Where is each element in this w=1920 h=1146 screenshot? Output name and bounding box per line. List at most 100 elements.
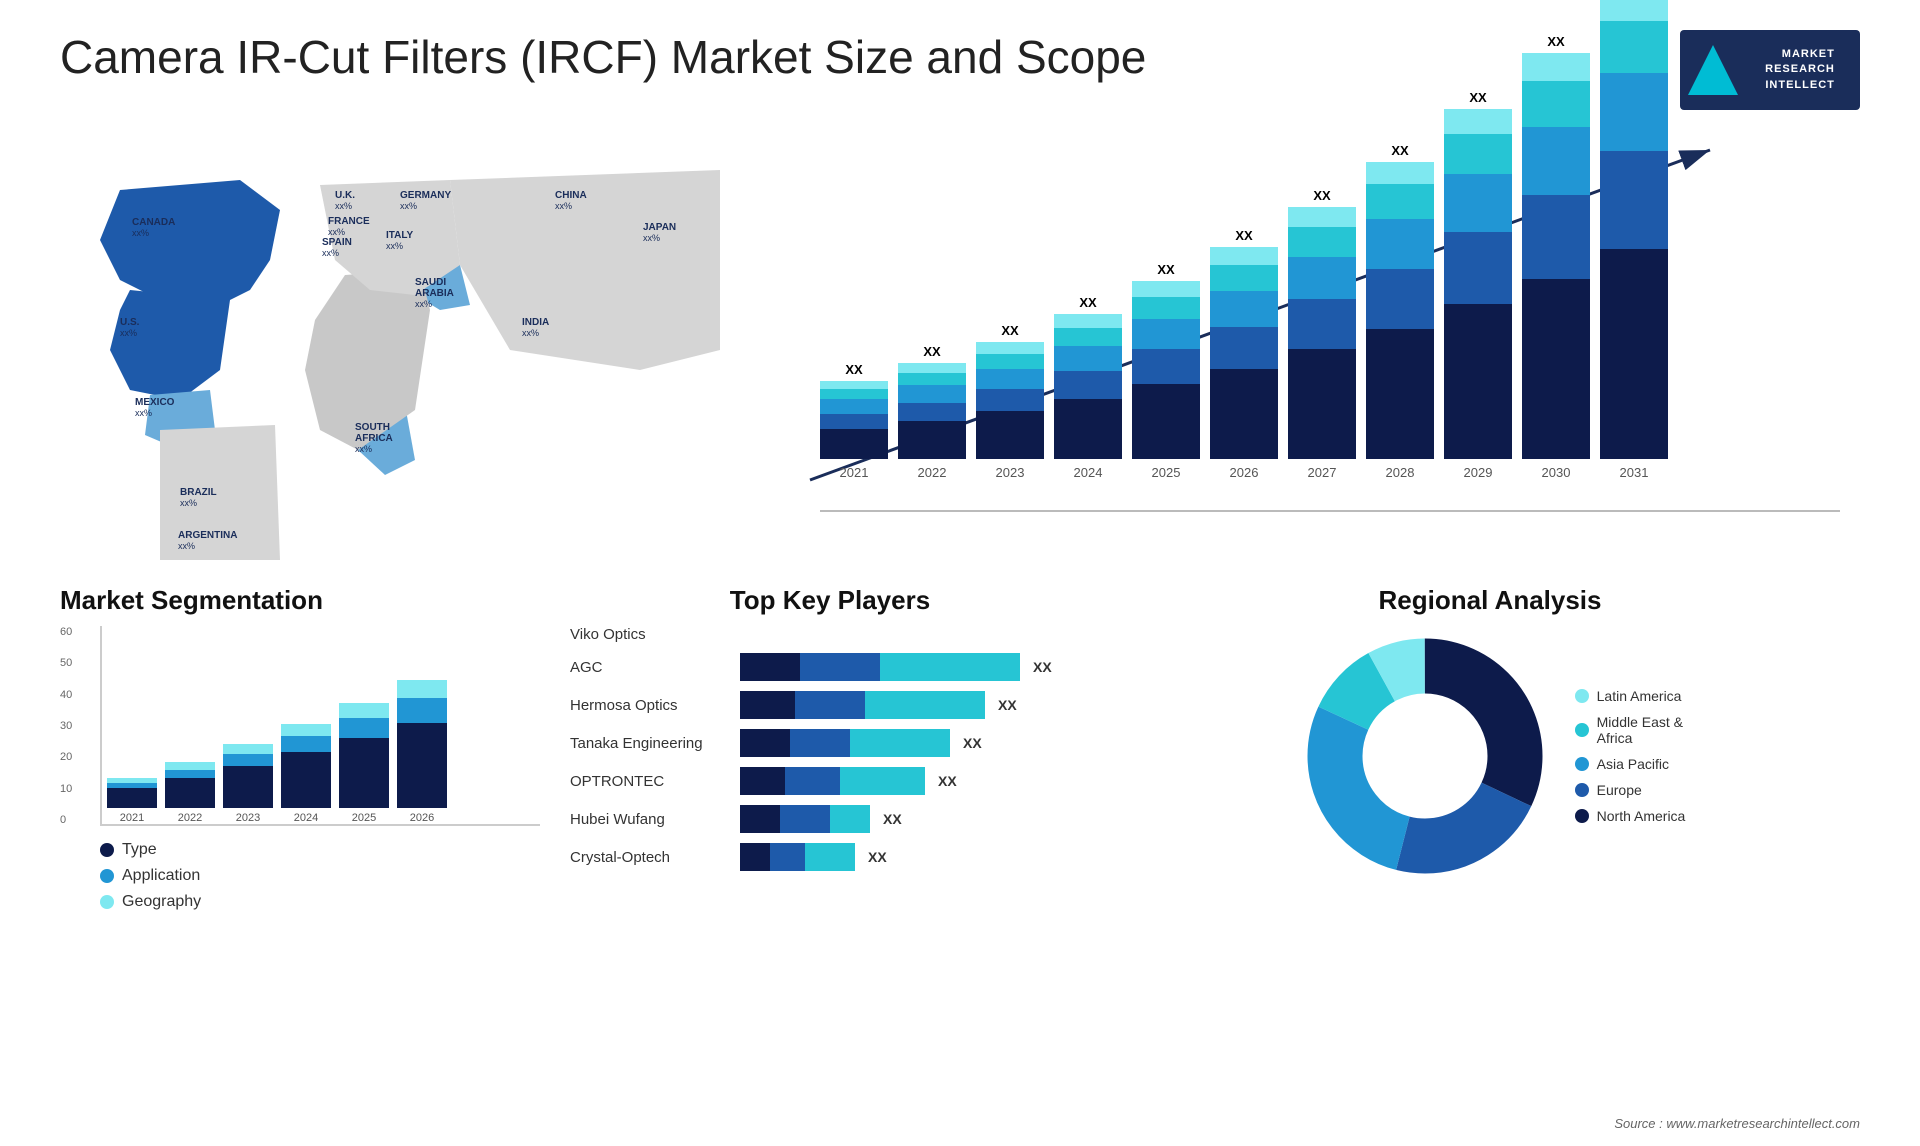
player-optrontec-bars: XX <box>740 767 957 795</box>
y-label-20: 20 <box>60 751 72 763</box>
player-hermosa-bar <box>740 691 985 719</box>
label-japan: JAPAN <box>643 222 676 233</box>
legend-apac-dot <box>1575 757 1589 771</box>
y-label-40: 40 <box>60 689 72 701</box>
label-france: FRANCE <box>328 216 370 227</box>
player-crystal-seg2 <box>770 843 805 871</box>
legend-geo-label: Geography <box>122 893 201 911</box>
bar-2022-seg5 <box>898 363 966 373</box>
world-map: CANADA xx% U.S. xx% MEXICO xx% BRAZIL xx… <box>60 130 720 560</box>
label-france-val: xx% <box>328 227 345 237</box>
seg-bar-2022: 2022 <box>165 762 215 824</box>
bar-2023: XX 2023 <box>976 323 1044 480</box>
legend-northam-dot <box>1575 809 1589 823</box>
legend-geography: Geography <box>100 893 540 911</box>
legend-latin-dot <box>1575 689 1589 703</box>
bar-2028-seg2 <box>1366 269 1434 329</box>
bar-2030-stack <box>1522 53 1590 459</box>
x-axis-line <box>820 510 1840 512</box>
bar-2023-seg1 <box>976 411 1044 459</box>
bar-2024-seg1 <box>1054 399 1122 459</box>
player-optrontec-bar <box>740 767 925 795</box>
bar-2028: XX 2028 <box>1366 143 1434 480</box>
legend-app-label: Application <box>122 867 200 885</box>
seg-stack-2026 <box>397 680 447 808</box>
legend-europe: Europe <box>1575 782 1686 798</box>
player-viko-name: Viko Optics <box>570 626 730 643</box>
bar-2025-seg3 <box>1132 319 1200 349</box>
bar-2021-stack <box>820 381 888 459</box>
y-label-10: 10 <box>60 783 72 795</box>
player-optrontec-name: OPTRONTEC <box>570 773 730 790</box>
bar-2031-seg2 <box>1600 151 1668 249</box>
bar-2024-seg3 <box>1054 346 1122 371</box>
bar-2027-xx: XX <box>1313 188 1330 203</box>
bar-2022-seg4 <box>898 373 966 385</box>
seg-year-2024: 2024 <box>294 812 318 824</box>
logo-triangle-icon <box>1688 45 1738 95</box>
bar-2022-xx: XX <box>923 344 940 359</box>
player-hermosa-seg3 <box>865 691 985 719</box>
label-saudi2: ARABIA <box>415 288 454 299</box>
bar-2030-seg5 <box>1522 53 1590 81</box>
map-canada <box>100 180 280 310</box>
seg-2023-type <box>223 766 273 808</box>
page-container: Camera IR-Cut Filters (IRCF) Market Size… <box>0 0 1920 1146</box>
bar-2029-xx: XX <box>1469 90 1486 105</box>
map-us <box>110 290 230 400</box>
player-agc-seg1 <box>740 653 800 681</box>
bar-2025-seg1 <box>1132 384 1200 459</box>
player-hubei-xx: XX <box>883 811 902 827</box>
player-crystal-bars: XX <box>740 843 887 871</box>
seg-year-2021: 2021 <box>120 812 144 824</box>
player-tanaka-seg1 <box>740 729 790 757</box>
bar-2027-seg5 <box>1288 207 1356 227</box>
legend-type: Type <box>100 841 540 859</box>
logo-box: MARKETRESEARCHINTELLECT <box>1680 30 1860 110</box>
bar-2023-seg4 <box>976 354 1044 369</box>
bar-2029-stack <box>1444 109 1512 459</box>
player-tanaka-seg2 <box>790 729 850 757</box>
bar-2025-year: 2025 <box>1152 465 1181 480</box>
player-tanaka-seg3 <box>850 729 950 757</box>
bar-2028-seg1 <box>1366 329 1434 459</box>
seg-2026-type <box>397 723 447 808</box>
bar-2028-seg4 <box>1366 184 1434 219</box>
bar-2021-seg1 <box>820 429 888 459</box>
player-hermosa: Hermosa Optics XX <box>570 691 1090 719</box>
bar-2031-stack <box>1600 0 1668 459</box>
player-hubei-bars: XX <box>740 805 902 833</box>
seg-bar-2025: 2025 <box>339 703 389 824</box>
legend-mea: Middle East &Africa <box>1575 714 1686 746</box>
label-germany-val: xx% <box>400 201 417 211</box>
label-saudi: SAUDI <box>415 277 446 288</box>
bar-2031-seg5 <box>1600 0 1668 21</box>
label-spain-val: xx% <box>322 248 339 258</box>
player-agc-bar <box>740 653 1020 681</box>
player-optrontec-seg1 <box>740 767 785 795</box>
bar-2029-seg4 <box>1444 134 1512 174</box>
bar-2030-seg1 <box>1522 279 1590 459</box>
bottom-row: Market Segmentation 60 50 40 30 20 10 0 <box>60 585 1860 911</box>
seg-2025-geo <box>339 703 389 718</box>
bar-2022-seg1 <box>898 421 966 459</box>
bar-2031: XX 2031 <box>1600 0 1668 480</box>
bar-2024-xx: XX <box>1079 295 1096 310</box>
bar-2022-year: 2022 <box>918 465 947 480</box>
players-title: Top Key Players <box>570 585 1090 616</box>
player-optrontec: OPTRONTEC XX <box>570 767 1090 795</box>
legend-apac: Asia Pacific <box>1575 756 1686 772</box>
player-hermosa-seg2 <box>795 691 865 719</box>
seg-bar-2024: 2024 <box>281 724 331 824</box>
bar-2026-year: 2026 <box>1230 465 1259 480</box>
seg-bar-2023: 2023 <box>223 744 273 824</box>
seg-2024-app <box>281 736 331 752</box>
label-italy-val: xx% <box>386 241 403 251</box>
bar-2027-stack <box>1288 207 1356 459</box>
seg-2021-type <box>107 788 157 808</box>
player-hubei-name: Hubei Wufang <box>570 811 730 828</box>
bar-2021-xx: XX <box>845 362 862 377</box>
player-hubei-seg2 <box>780 805 830 833</box>
player-hubei: Hubei Wufang XX <box>570 805 1090 833</box>
label-china-val: xx% <box>555 201 572 211</box>
